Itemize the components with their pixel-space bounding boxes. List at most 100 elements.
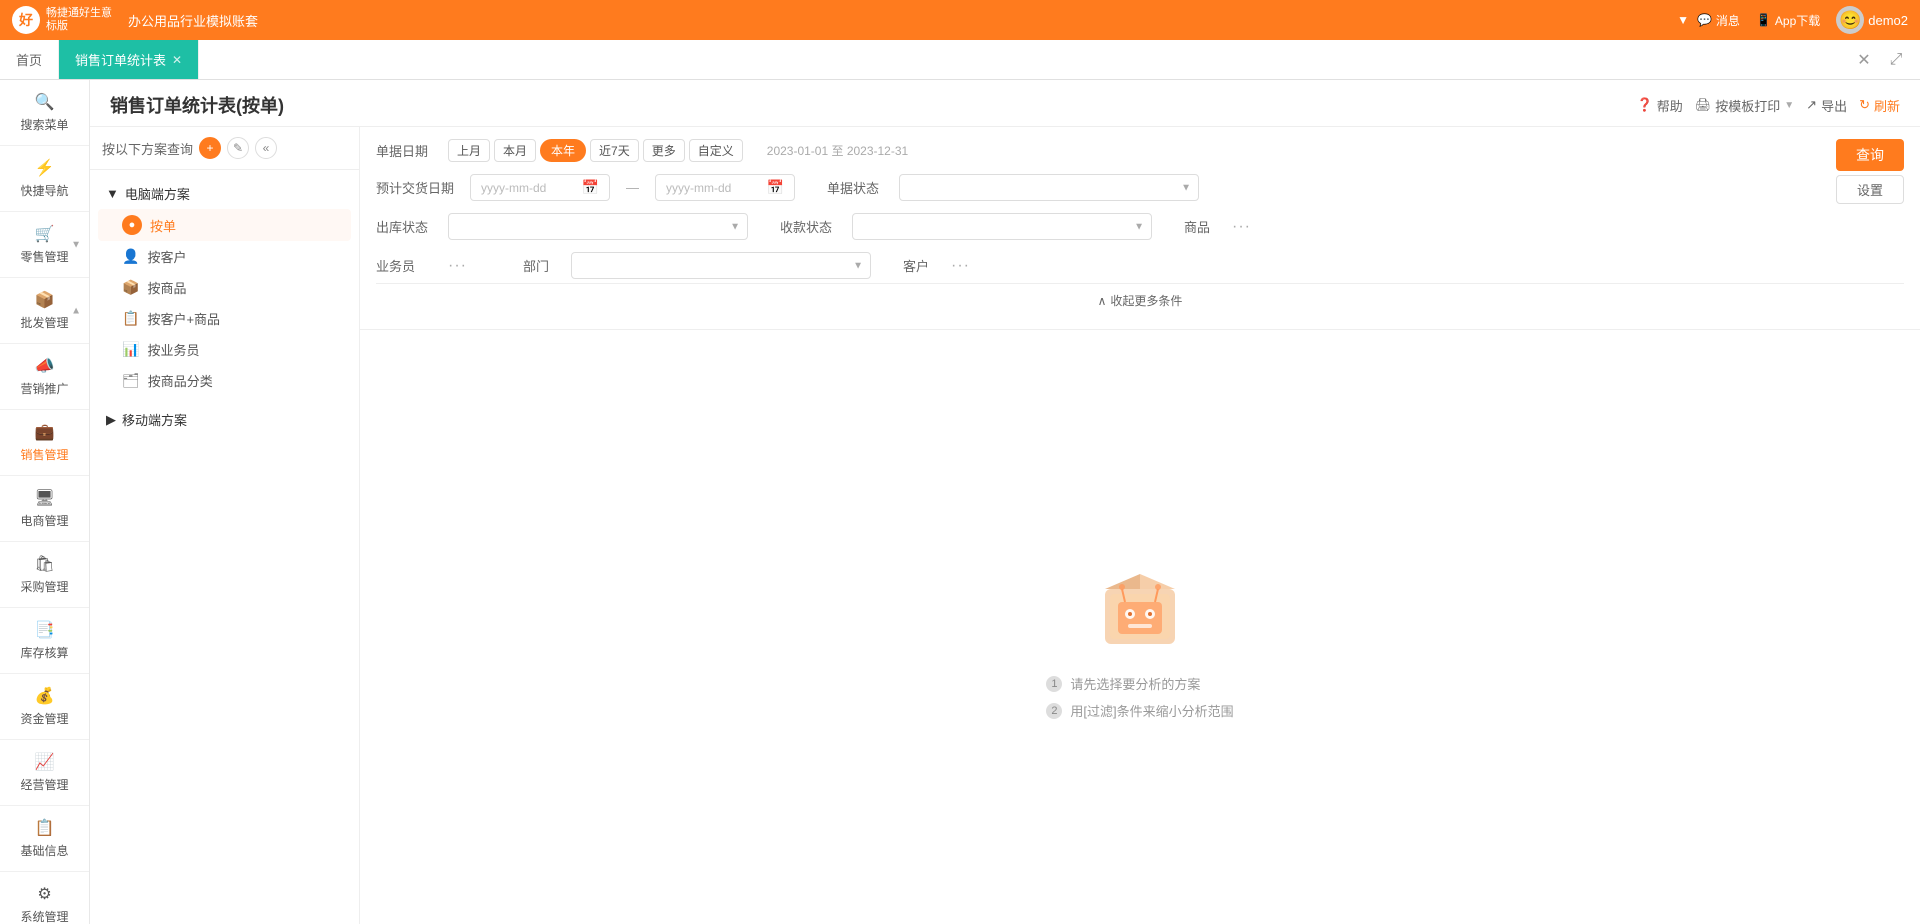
retail-icon: 🛒: [35, 224, 55, 244]
sales-icon: 💼: [35, 422, 55, 442]
salesman-filter-row: 业务员 ··· 部门 ▼ 客户 ···: [376, 252, 1820, 279]
sidebar-item-search-menu[interactable]: 🔍 搜索菜单: [0, 80, 89, 146]
goods-label: 商品: [1184, 217, 1216, 236]
app-dropdown[interactable]: ▼: [1677, 13, 1689, 27]
date-btn-more[interactable]: 更多: [643, 139, 685, 162]
sidebar: 🔍 搜索菜单 ⚡ 快捷导航 🛒 零售管理 ▼ 📦 批发管理 ▲ 📣 营销推广 💼…: [0, 80, 90, 924]
print-dropdown-icon: ▼: [1784, 100, 1794, 111]
ship-status-select[interactable]: [448, 213, 748, 240]
empty-state: 1 请先选择要分析的方案 2 用[过滤]条件来缩小分析范围: [360, 330, 1920, 924]
message-icon: 💬: [1697, 13, 1712, 27]
sidebar-item-ecommerce[interactable]: 🖥 电商管理: [0, 476, 89, 542]
refresh-btn[interactable]: ↻ 刷新: [1859, 96, 1900, 115]
query-btn-group: 查询 设置: [1836, 139, 1904, 204]
inner-layout: 按以下方案查询 + ✎ « ▼ 电脑端方案 ●: [90, 127, 1920, 924]
sidebar-item-inventory[interactable]: 📑 库存核算: [0, 608, 89, 674]
dept-label: 部门: [523, 256, 555, 275]
sidebar-item-finance[interactable]: 💰 资金管理: [0, 674, 89, 740]
marketing-icon: 📣: [35, 356, 55, 376]
sidebar-item-operation[interactable]: 📈 经营管理: [0, 740, 89, 806]
tab-sales-order-stat[interactable]: 销售订单统计表 ✕: [59, 40, 199, 79]
scheme-by-customer-goods[interactable]: 📋 按客户+商品: [98, 303, 351, 334]
print-btn[interactable]: 🖨 按模板打印 ▼: [1695, 96, 1794, 115]
ship-status-label: 出库状态: [376, 217, 432, 236]
pc-section-title[interactable]: ▼ 电脑端方案: [98, 178, 351, 209]
goods-icon: 📦: [122, 279, 139, 296]
query-btn[interactable]: 查询: [1836, 139, 1904, 171]
help-btn[interactable]: ❓ 帮助: [1637, 96, 1683, 115]
tab-home[interactable]: 首页: [0, 40, 59, 79]
goods-more-btn[interactable]: ···: [1232, 218, 1251, 236]
user-avatar-btn[interactable]: 😊 demo2: [1836, 6, 1908, 34]
expected-date-label: 预计交货日期: [376, 178, 454, 197]
customer-label: 客户: [903, 256, 935, 275]
sidebar-item-marketing[interactable]: 📣 营销推广: [0, 344, 89, 410]
chevron-right-icon: ▶: [106, 412, 116, 428]
collapse-panel-btn[interactable]: «: [255, 137, 277, 159]
logo: 好 畅捷通好生意 标版: [12, 6, 112, 34]
scheme-by-salesman[interactable]: 📊 按业务员: [98, 334, 351, 365]
sidebar-item-wholesale[interactable]: 📦 批发管理 ▲: [0, 278, 89, 344]
maximize-btn[interactable]: ⤢: [1884, 48, 1908, 72]
page-title: 销售订单统计表(按单): [110, 92, 284, 118]
purchase-icon: 🛍: [34, 554, 54, 574]
dept-wrap: ▼: [571, 252, 871, 279]
app-download-btn[interactable]: 📱 App下载: [1756, 12, 1820, 29]
scheme-by-order[interactable]: ● 按单: [98, 209, 351, 241]
setting-btn[interactable]: 设置: [1836, 175, 1904, 204]
page-actions: ❓ 帮助 🖨 按模板打印 ▼ ↗ 导出 ↻ 刷新: [1637, 96, 1900, 115]
close-window-btn[interactable]: ✕: [1852, 48, 1876, 72]
sidebar-item-basic[interactable]: 📋 基础信息: [0, 806, 89, 872]
operation-icon: 📈: [35, 752, 55, 772]
main-layout: 🔍 搜索菜单 ⚡ 快捷导航 🛒 零售管理 ▼ 📦 批发管理 ▲ 📣 营销推广 💼…: [0, 80, 1920, 924]
scheme-by-goods[interactable]: 📦 按商品: [98, 272, 351, 303]
filter-area: 单据日期 上月 本月 本年 近7天 更多 自定义 2023-01-01 至 20…: [360, 127, 1920, 330]
sidebar-item-quick-nav[interactable]: ⚡ 快捷导航: [0, 146, 89, 212]
date-btn-this-month[interactable]: 本月: [494, 139, 536, 162]
salesman-more-btn[interactable]: ···: [448, 257, 467, 275]
date-btn-last-month[interactable]: 上月: [448, 139, 490, 162]
empty-svg: [1080, 534, 1200, 654]
customer-more-btn[interactable]: ···: [951, 257, 970, 275]
message-btn[interactable]: 💬 消息: [1697, 12, 1740, 29]
topbar-right: 💬 消息 📱 App下载 😊 demo2: [1697, 6, 1908, 34]
expected-date-start-input[interactable]: yyyy-mm-dd 📅: [470, 174, 610, 201]
collect-status-wrap: ▼: [852, 213, 1152, 240]
tab-close-icon[interactable]: ✕: [172, 53, 182, 67]
date-btn-last-7days[interactable]: 近7天: [590, 139, 639, 162]
inventory-icon: 📑: [35, 620, 55, 640]
customer-goods-icon: 📋: [122, 310, 139, 327]
date-range-display: 2023-01-01 至 2023-12-31: [767, 142, 908, 159]
system-icon: ⚙: [37, 884, 51, 904]
chevron-down-icon: ▼: [71, 239, 81, 250]
mobile-section-title[interactable]: ▶ 移动端方案: [98, 404, 351, 435]
sidebar-item-purchase[interactable]: 🛍 采购管理: [0, 542, 89, 608]
expected-date-end-input[interactable]: yyyy-mm-dd 📅: [655, 174, 795, 201]
collapse-icon: ∧: [1098, 294, 1107, 308]
hint-num-2: 2: [1046, 703, 1062, 719]
date-btn-custom[interactable]: 自定义: [689, 139, 743, 162]
sidebar-item-retail[interactable]: 🛒 零售管理 ▼: [0, 212, 89, 278]
left-panel-header: 按以下方案查询 + ✎ «: [90, 127, 359, 170]
collect-status-select[interactable]: [852, 213, 1152, 240]
date-btn-this-year[interactable]: 本年: [540, 139, 586, 162]
dept-select[interactable]: [571, 252, 871, 279]
status-label: 单据状态: [827, 178, 883, 197]
date-separator: —: [626, 180, 639, 195]
scheme-by-customer[interactable]: 👤 按客户: [98, 241, 351, 272]
add-scheme-btn[interactable]: +: [199, 137, 221, 159]
scheme-by-goods-category[interactable]: 🗂 按商品分类: [98, 365, 351, 396]
refresh-icon: ↻: [1859, 97, 1870, 113]
status-select[interactable]: [899, 174, 1199, 201]
collapse-btn[interactable]: ∧ 收起更多条件: [1098, 292, 1183, 309]
salesman-label: 业务员: [376, 256, 432, 275]
print-icon: 🖨: [1695, 97, 1712, 113]
edit-scheme-btn[interactable]: ✎: [227, 137, 249, 159]
empty-hint-2: 2 用[过滤]条件来缩小分析范围: [1046, 701, 1233, 720]
logo-icon: 好: [12, 6, 40, 34]
export-btn[interactable]: ↗ 导出: [1806, 96, 1847, 115]
sidebar-item-system[interactable]: ⚙ 系统管理: [0, 872, 89, 924]
basic-icon: 📋: [35, 818, 55, 838]
status-select-wrap: ▼: [899, 174, 1199, 201]
sidebar-item-sales[interactable]: 💼 销售管理: [0, 410, 89, 476]
